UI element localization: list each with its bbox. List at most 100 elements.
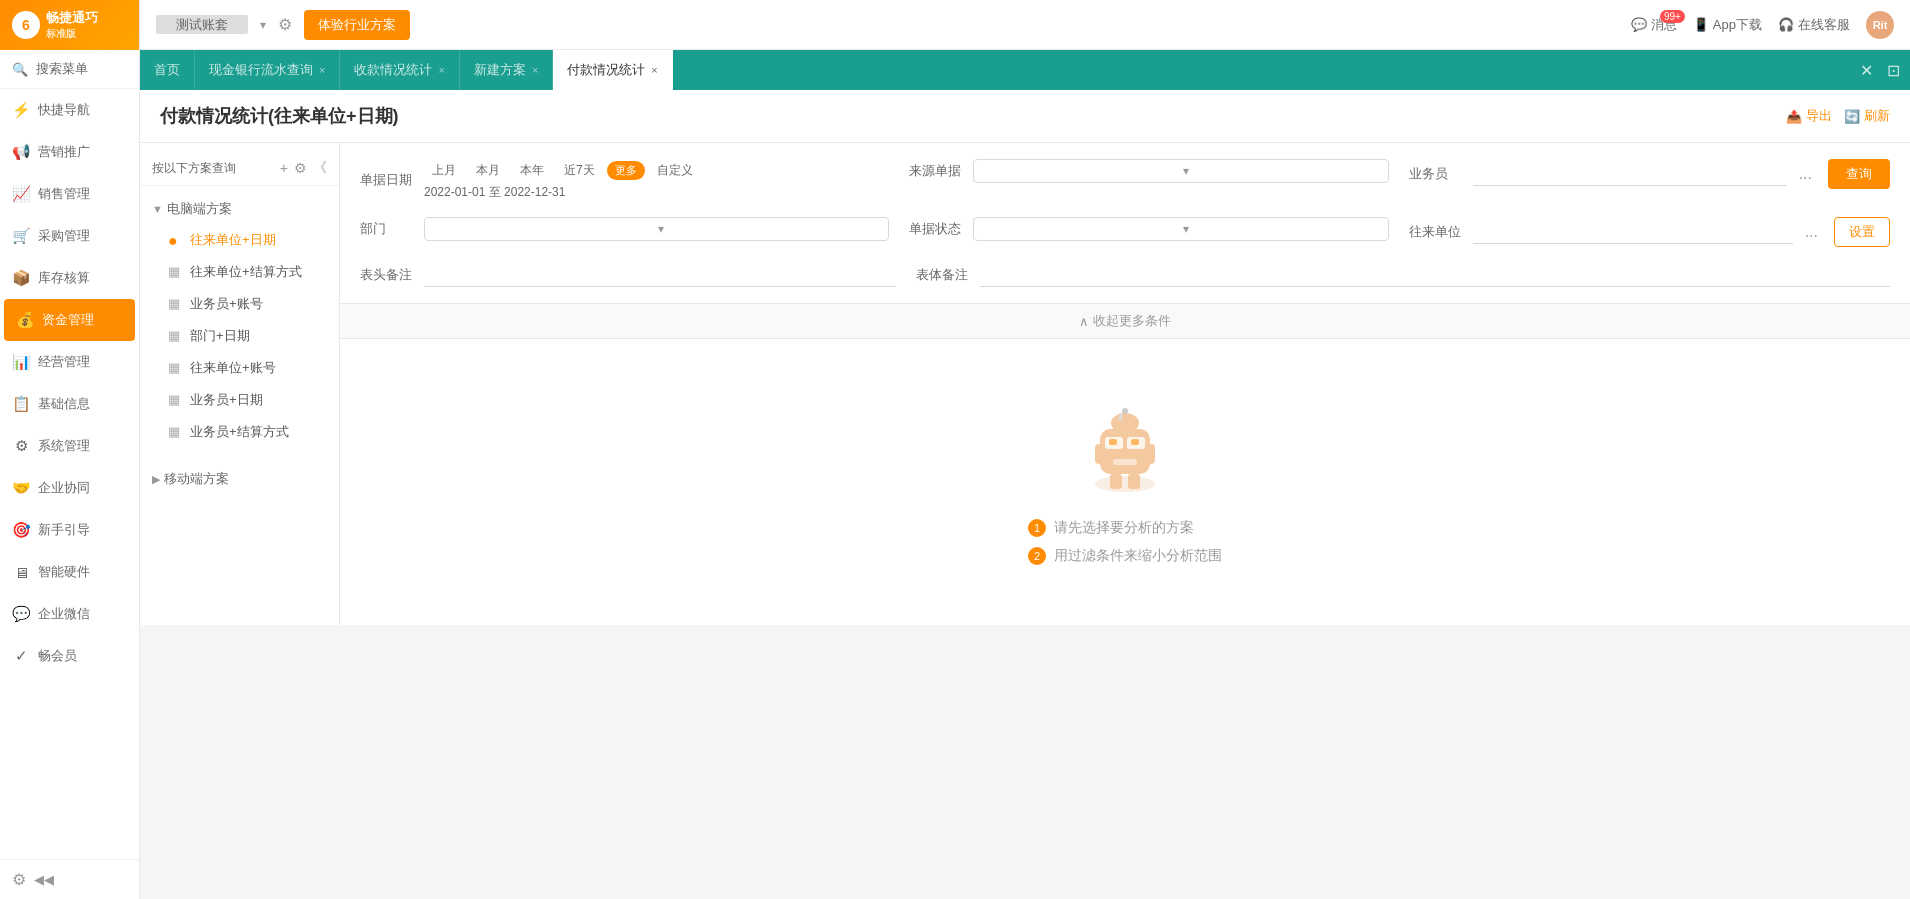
quick-nav-icon: ⚡ [12,101,30,119]
empty-hint-1: 1 请先选择要分析的方案 [1028,519,1222,537]
scheme-dept-date[interactable]: ▦ 部门+日期 [140,320,339,352]
sidebar-item-label: 采购管理 [38,227,90,245]
query-btn[interactable]: 查询 [1828,159,1890,189]
svg-point-11 [1111,413,1139,433]
partner-dots-btn[interactable]: ... [1805,223,1818,241]
date-custom[interactable]: 自定义 [649,159,701,182]
scheme-salesperson-account[interactable]: ▦ 业务员+账号 [140,288,339,320]
operations-icon: 📊 [12,353,30,371]
left-panel: 按以下方案查询 + ⚙ 《 ▼ 电脑端方案 ● 往来单位+日期 [140,143,340,625]
guide-icon: 🎯 [12,521,30,539]
sidebar-item-sales[interactable]: 📈 销售管理 [0,173,139,215]
tab-receipt-stats[interactable]: 收款情况统计 × [340,50,459,90]
bodynote-filter-group: 表体备注 [916,263,1890,287]
scheme-partner-date[interactable]: ● 往来单位+日期 [140,224,339,256]
sidebar-item-purchase[interactable]: 🛒 采购管理 [0,215,139,257]
tab-payment-stats[interactable]: 付款情况统计 × [553,50,672,90]
svg-rect-4 [1109,439,1117,445]
sidebar-item-wechat[interactable]: 💬 企业微信 [0,593,139,635]
mobile-section-header[interactable]: ▶ 移动端方案 [140,464,339,494]
sidebar-item-guide[interactable]: 🎯 新手引导 [0,509,139,551]
company-name: 测试账套 [156,16,248,34]
dept-select[interactable]: ▾ [424,217,889,241]
enterprise-icon: 🤝 [12,479,30,497]
refresh-btn[interactable]: 🔄 刷新 [1844,107,1890,125]
settings-btn[interactable]: 设置 [1834,217,1890,247]
sidebar-item-smart-hw[interactable]: 🖥 智能硬件 [0,551,139,593]
company-dropdown[interactable]: ▾ [260,18,266,32]
export-btn[interactable]: 📤 导出 [1786,107,1832,125]
sidebar-item-label: 畅会员 [38,647,77,665]
docstatus-select[interactable]: ▾ [973,217,1390,241]
maximize-window-btn[interactable]: ⊡ [1881,57,1906,84]
tab-bank-flow[interactable]: 现金银行流水查询 × [195,50,340,90]
search-menu[interactable]: 🔍 搜索菜单 [0,50,139,89]
page-content: 付款情况统计(往来单位+日期) 📤 导出 🔄 刷新 按以下方案查询 + ⚙ [140,90,1910,899]
scheme-partner-settle[interactable]: ▦ 往来单位+结算方式 [140,256,339,288]
sidebar-item-quick-nav[interactable]: ⚡ 快捷导航 [0,89,139,131]
app-download-btn[interactable]: 📱 App下载 [1693,16,1762,34]
bodynote-input[interactable] [980,263,1890,287]
sidebar-item-operations[interactable]: 📊 经营管理 [0,341,139,383]
scheme-partner-account[interactable]: ▦ 往来单位+账号 [140,352,339,384]
sidebar-settings-icon[interactable]: ⚙ [12,870,26,889]
scheme-settings-btn[interactable]: ⚙ [294,160,307,176]
source-select[interactable]: ▾ [973,159,1390,183]
date-this-year[interactable]: 本年 [512,159,552,182]
date-this-month[interactable]: 本月 [468,159,508,182]
partner-filter-group: 往来单位 ... 设置 [1409,217,1890,247]
basic-info-icon: 📋 [12,395,30,413]
tab-close-receipt-stats[interactable]: × [438,64,444,76]
sidebar-collapse-icon[interactable]: ◀◀ [34,872,54,887]
logo-icon: 6 [12,11,40,39]
sidebar-item-enterprise[interactable]: 🤝 企业协同 [0,467,139,509]
tab-close-bank-flow[interactable]: × [319,64,325,76]
date-options-row: 上月 本月 本年 近7天 更多 自定义 [424,159,701,182]
trial-btn[interactable]: 体验行业方案 [304,10,410,40]
sidebar-header: 6 畅捷通巧 标准版 [0,0,139,50]
date-more[interactable]: 更多 [607,161,645,180]
page-header-actions: 📤 导出 🔄 刷新 [1786,107,1890,125]
desktop-section-label: 电脑端方案 [167,200,232,218]
date-last-7[interactable]: 近7天 [556,159,603,182]
settings-gear-icon[interactable]: ⚙ [278,15,292,34]
scheme-salesperson-settle[interactable]: ▦ 业务员+结算方式 [140,416,339,448]
sidebar-item-label: 营销推广 [38,143,90,161]
svg-rect-7 [1095,444,1103,464]
desktop-section-header[interactable]: ▼ 电脑端方案 [140,194,339,224]
sidebar-item-basic-info[interactable]: 📋 基础信息 [0,383,139,425]
partner-input[interactable] [1473,220,1792,244]
tab-close-new-plan[interactable]: × [532,64,538,76]
empty-state-area: 1 请先选择要分析的方案 2 用过滤条件来缩小分析范围 [340,339,1910,625]
svg-rect-5 [1131,439,1139,445]
collapse-panel-btn[interactable]: 《 [313,159,327,177]
sidebar-item-finance[interactable]: 💰 资金管理 [4,299,135,341]
service-btn[interactable]: 🎧 在线客服 [1778,16,1850,34]
date-last-month[interactable]: 上月 [424,159,464,182]
topbar: 测试账套 ▾ ⚙ 体验行业方案 💬 消息 99+ 📱 App下载 🎧 在线客服 … [140,0,1910,50]
sidebar-item-inventory[interactable]: 📦 库存核算 [0,257,139,299]
sidebar-footer: ⚙ ◀◀ [0,859,139,899]
headernote-filter-group: 表头备注 [360,263,896,287]
tab-home[interactable]: 首页 [140,50,195,90]
sidebar-item-marketing[interactable]: 📢 营销推广 [0,131,139,173]
add-scheme-btn[interactable]: + [280,160,288,176]
message-btn[interactable]: 💬 消息 99+ [1631,16,1677,34]
sidebar-item-member[interactable]: ✓ 畅会员 [0,635,139,677]
svg-rect-12 [1119,413,1122,421]
headernote-input[interactable] [424,263,896,287]
mobile-section-label: 移动端方案 [164,470,229,488]
user-avatar[interactable]: Rit [1866,11,1894,39]
search-label: 搜索菜单 [36,60,88,78]
filter-area: 单据日期 上月 本月 本年 近7天 更多 自定义 [340,143,1910,339]
scheme-salesperson-date[interactable]: ▦ 业务员+日期 [140,384,339,416]
collapse-filter-btn[interactable]: ∧ 收起更多条件 [1079,312,1171,330]
date-filter-group: 单据日期 上月 本月 本年 近7天 更多 自定义 [360,159,889,201]
tab-close-payment-stats[interactable]: × [651,64,657,76]
close-window-btn[interactable]: ✕ [1854,57,1879,84]
desktop-section: ▼ 电脑端方案 ● 往来单位+日期 ▦ 往来单位+结算方式 ▦ 业务员+账号 [140,186,339,456]
salesperson-input[interactable] [1473,162,1786,186]
sidebar-item-system[interactable]: ⚙ 系统管理 [0,425,139,467]
tab-new-plan[interactable]: 新建方案 × [460,50,553,90]
salesperson-dots-btn[interactable]: ... [1799,165,1812,183]
